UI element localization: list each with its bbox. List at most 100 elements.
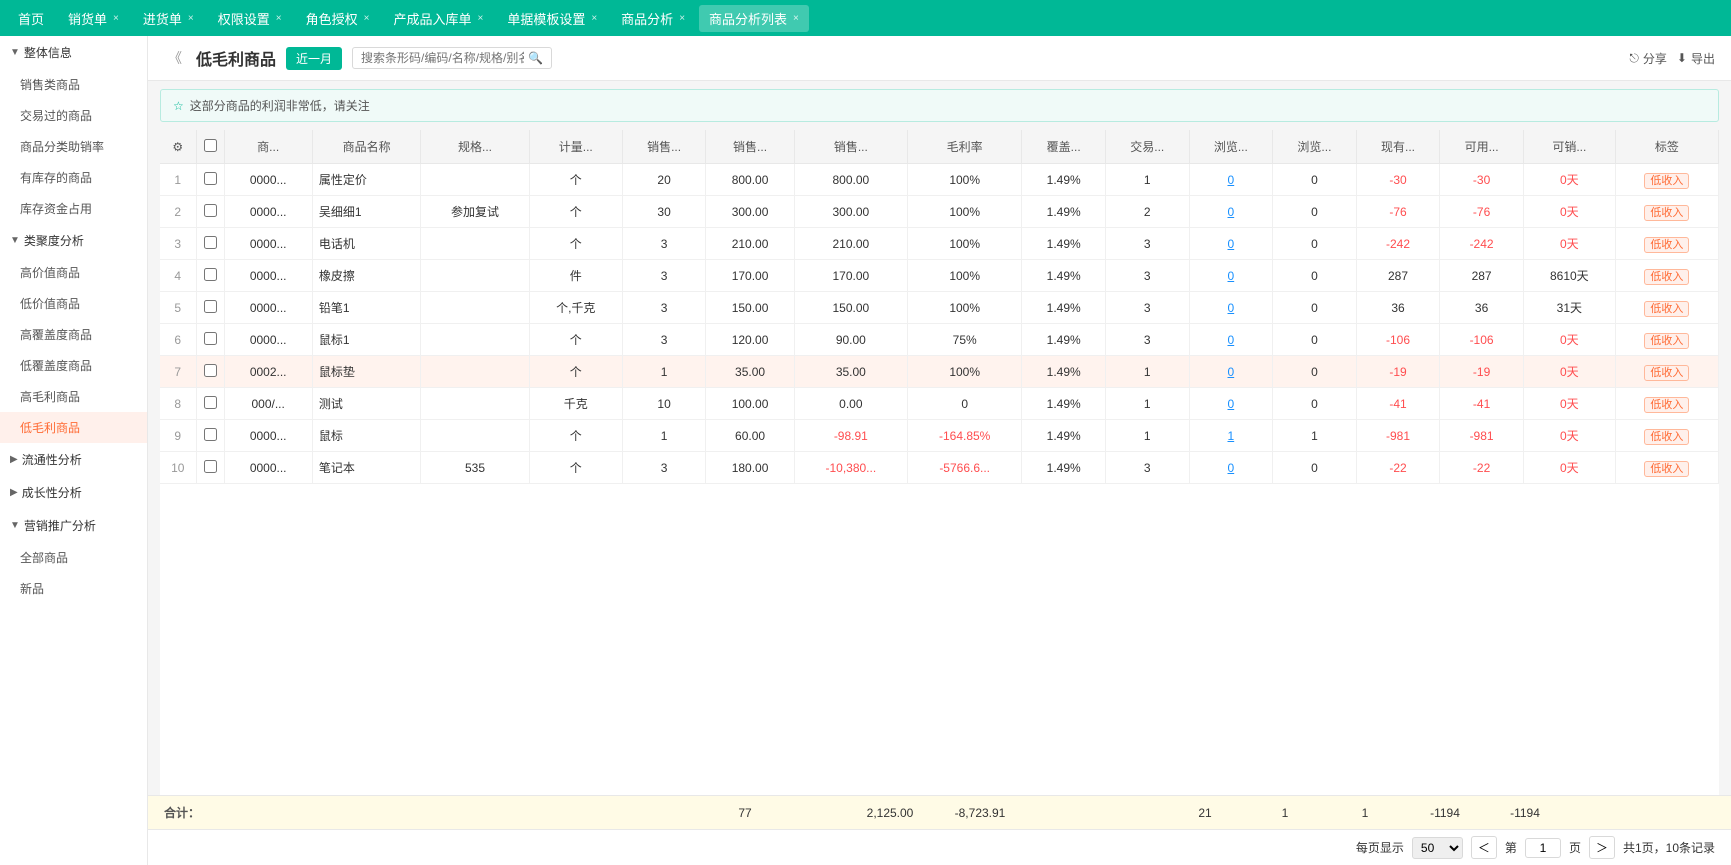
row-checkbox-cell[interactable] (196, 228, 224, 260)
search-input[interactable] (361, 51, 524, 65)
nav-item-purchase[interactable]: 进货单 × (133, 5, 204, 32)
row-avail: -22 (1440, 452, 1524, 484)
nav-item-home[interactable]: 首页 (8, 5, 54, 32)
nav-item-analysis-list[interactable]: 商品分析列表 × (699, 5, 809, 32)
date-filter-button[interactable]: 近一月 (286, 47, 342, 70)
row-view1[interactable]: 0 (1189, 196, 1273, 228)
sidebar-group-cluster[interactable]: ▼ 类聚度分析 (0, 224, 147, 257)
nav-item-permission[interactable]: 权限设置 × (208, 5, 292, 32)
row-checkbox[interactable] (204, 172, 217, 185)
row-gross-rate: 100% (907, 292, 1021, 324)
row-view1[interactable]: 0 (1189, 388, 1273, 420)
row-view1[interactable]: 0 (1189, 356, 1273, 388)
nav-item-analysis[interactable]: 商品分析 × (611, 5, 695, 32)
select-all-checkbox[interactable] (204, 139, 217, 152)
sidebar-item-high-value[interactable]: 高价值商品 (0, 257, 147, 288)
row-coverage: 1.49% (1022, 388, 1106, 420)
row-checkbox-cell[interactable] (196, 420, 224, 452)
col-settings[interactable]: ⚙ (160, 130, 196, 164)
row-gross-rate: 100% (907, 164, 1021, 196)
row-checkbox[interactable] (204, 364, 217, 377)
sidebar-item-low-value[interactable]: 低价值商品 (0, 288, 147, 319)
sidebar-group-marketing[interactable]: ▼ 营销推广分析 (0, 509, 147, 542)
row-view1[interactable]: 0 (1189, 292, 1273, 324)
row-checkbox[interactable] (204, 332, 217, 345)
row-checkbox[interactable] (204, 268, 217, 281)
col-trade: 交易... (1105, 130, 1189, 164)
sidebar-group-circulation[interactable]: ▶ 流通性分析 (0, 443, 147, 476)
nav-item-role[interactable]: 角色授权 × (296, 5, 380, 32)
sidebar-item-sales-goods[interactable]: 销售类商品 (0, 69, 147, 100)
row-num: 6 (160, 324, 196, 356)
sidebar-item-low-margin[interactable]: 低毛利商品 (0, 412, 147, 443)
row-checkbox-cell[interactable] (196, 452, 224, 484)
sidebar-group-growth[interactable]: ▶ 成长性分析 (0, 476, 147, 509)
close-icon[interactable]: × (188, 13, 194, 24)
close-icon[interactable]: × (364, 13, 370, 24)
row-tag: 低收入 (1615, 196, 1718, 228)
row-checkbox-cell[interactable] (196, 292, 224, 324)
search-icon[interactable]: 🔍 (528, 51, 543, 65)
col-view1: 浏览... (1189, 130, 1273, 164)
row-tag: 低收入 (1615, 324, 1718, 356)
row-view2: 1 (1273, 420, 1357, 452)
row-view1[interactable]: 0 (1189, 260, 1273, 292)
row-view1[interactable]: 0 (1189, 452, 1273, 484)
nav-item-warehouse[interactable]: 产成品入库单 × (383, 5, 493, 32)
page-size-select[interactable]: 50 100 200 (1412, 837, 1463, 859)
nav-item-template[interactable]: 单据模板设置 × (497, 5, 607, 32)
sidebar-item-new-goods[interactable]: 新品 (0, 573, 147, 604)
row-checkbox[interactable] (204, 396, 217, 409)
sidebar-item-low-coverage[interactable]: 低覆盖度商品 (0, 350, 147, 381)
row-checkbox[interactable] (204, 428, 217, 441)
col-checkbox[interactable] (196, 130, 224, 164)
table-row: 10 0000... 笔记本 535 个 3 180.00 -10,380...… (160, 452, 1719, 484)
row-stock: 36 (1356, 292, 1440, 324)
sidebar-group-overview[interactable]: ▼ 整体信息 (0, 36, 147, 69)
row-sellable: 0天 (1523, 388, 1615, 420)
row-checkbox-cell[interactable] (196, 260, 224, 292)
sidebar-item-stocked-goods[interactable]: 有库存的商品 (0, 162, 147, 193)
close-icon[interactable]: × (276, 13, 282, 24)
row-spec (421, 324, 529, 356)
row-checkbox-cell[interactable] (196, 164, 224, 196)
sidebar-item-high-margin[interactable]: 高毛利商品 (0, 381, 147, 412)
row-unit: 个 (529, 324, 622, 356)
row-checkbox-cell[interactable] (196, 356, 224, 388)
row-trade: 1 (1105, 420, 1189, 452)
row-checkbox[interactable] (204, 300, 217, 313)
row-checkbox[interactable] (204, 460, 217, 473)
current-page-input[interactable] (1525, 838, 1561, 858)
row-checkbox[interactable] (204, 204, 217, 217)
row-view1[interactable]: 0 (1189, 228, 1273, 260)
sidebar-collapse-button[interactable]: 《 (164, 44, 186, 72)
row-coverage: 1.49% (1022, 260, 1106, 292)
row-sale-qty: 1 (622, 420, 706, 452)
nav-item-sales[interactable]: 销货单 × (58, 5, 129, 32)
row-view1[interactable]: 1 (1189, 420, 1273, 452)
share-button[interactable]: ⎋ 分享 (1629, 50, 1667, 67)
sidebar-item-category-rate[interactable]: 商品分类助销率 (0, 131, 147, 162)
export-button[interactable]: ⬇ 导出 (1677, 50, 1715, 67)
sidebar-item-all-goods[interactable]: 全部商品 (0, 542, 147, 573)
close-icon[interactable]: × (477, 13, 483, 24)
sidebar-item-traded-goods[interactable]: 交易过的商品 (0, 100, 147, 131)
row-view1[interactable]: 0 (1189, 164, 1273, 196)
row-checkbox-cell[interactable] (196, 324, 224, 356)
row-spec (421, 356, 529, 388)
row-unit: 个 (529, 452, 622, 484)
close-icon[interactable]: × (679, 13, 685, 24)
sidebar-item-high-coverage[interactable]: 高覆盖度商品 (0, 319, 147, 350)
row-checkbox-cell[interactable] (196, 388, 224, 420)
table-header-row: ⚙ 商... 商品名称 规格... 计量... 销售... 销售... 销售..… (160, 130, 1719, 164)
row-checkbox-cell[interactable] (196, 196, 224, 228)
row-checkbox[interactable] (204, 236, 217, 249)
prev-page-button[interactable]: ＜ (1471, 836, 1497, 859)
close-icon[interactable]: × (113, 13, 119, 24)
row-unit: 个 (529, 356, 622, 388)
close-icon[interactable]: × (591, 13, 597, 24)
row-view1[interactable]: 0 (1189, 324, 1273, 356)
next-page-button[interactable]: ＞ (1589, 836, 1615, 859)
sidebar-item-stock-capital[interactable]: 库存资金占用 (0, 193, 147, 224)
close-icon[interactable]: × (793, 13, 799, 24)
